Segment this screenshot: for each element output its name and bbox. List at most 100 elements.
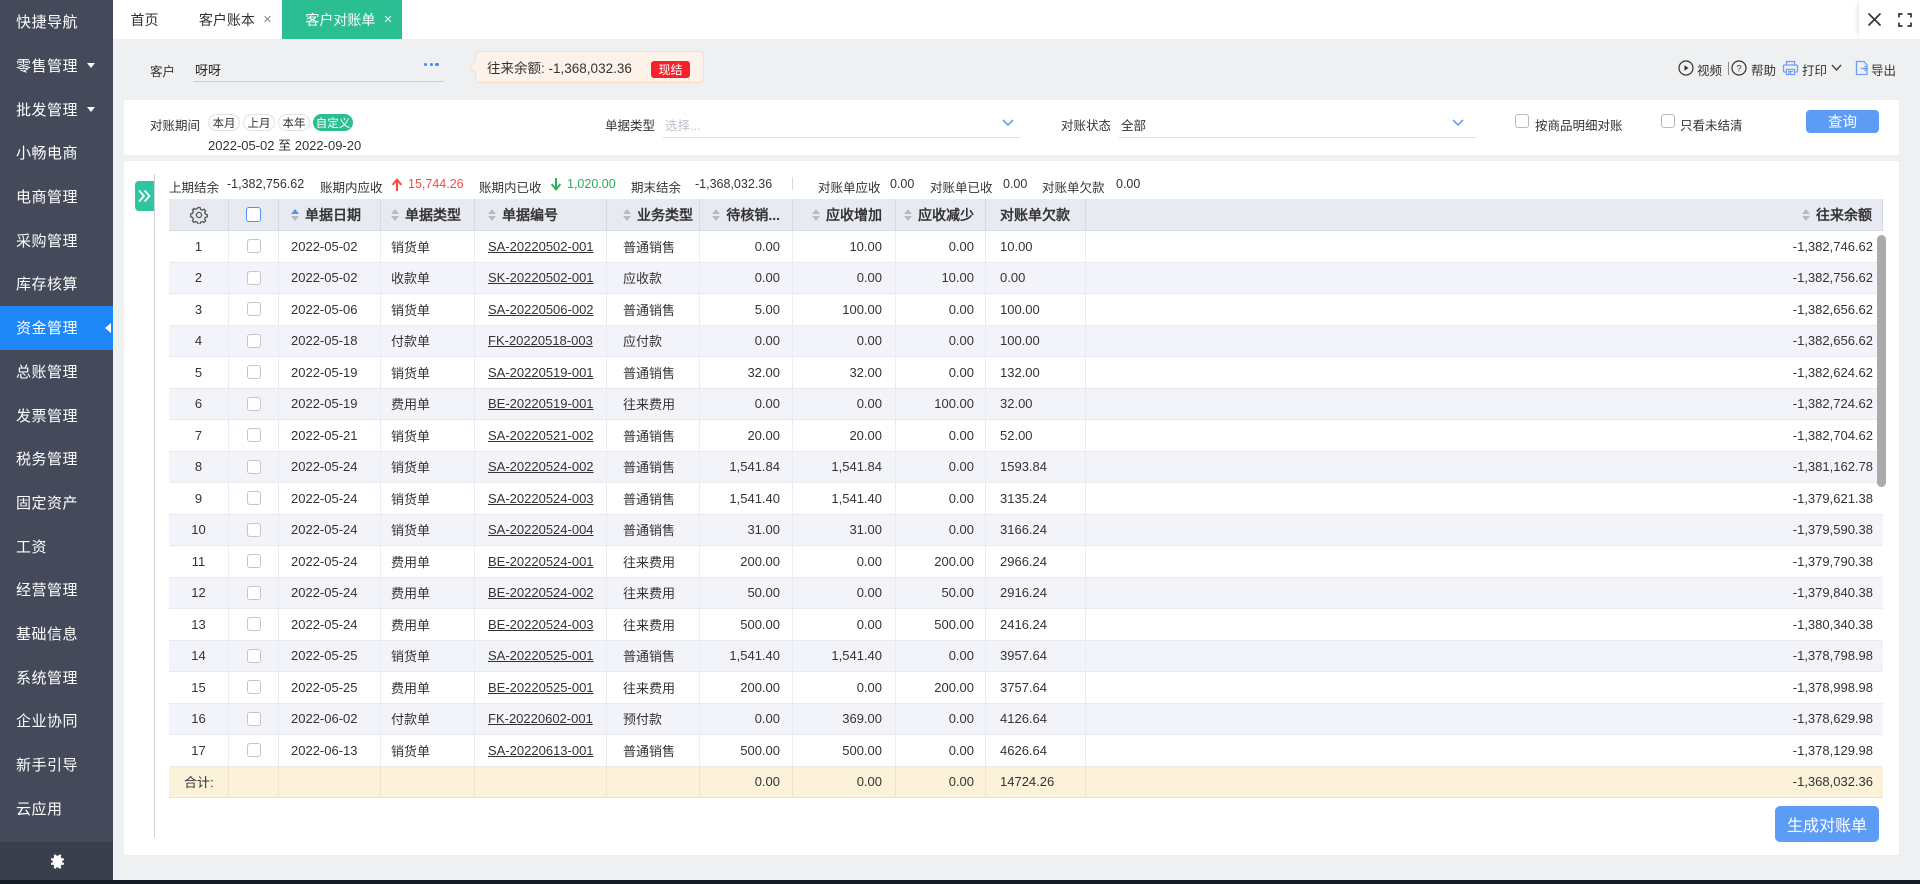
sidebar-item-库存核算[interactable]: 库存核算 [0, 262, 113, 306]
sidebar-item-工资[interactable]: 工资 [0, 524, 113, 568]
sort-icon[interactable] [904, 208, 912, 221]
doc-link[interactable]: BE-20220524-003 [488, 617, 594, 632]
column-header-increase[interactable]: 应收增加 [793, 199, 896, 231]
sidebar-item-税务管理[interactable]: 税务管理 [0, 437, 113, 481]
sidebar-item-总账管理[interactable]: 总账管理 [0, 350, 113, 394]
row-checkbox[interactable] [246, 239, 261, 254]
expand-button[interactable] [134, 181, 154, 211]
tab-客户对账单[interactable]: 客户对账单 ✕ [282, 0, 402, 39]
customer-more-button[interactable] [424, 63, 442, 67]
generate-statement-button[interactable]: 生成对账单 [1775, 806, 1879, 842]
doc-link[interactable]: FK-20220602-001 [488, 711, 593, 726]
period-pill-自定义[interactable]: 自定义 [313, 114, 353, 131]
column-header-doc-no[interactable]: 单据编号 [475, 199, 607, 231]
sidebar-item-固定资产[interactable]: 固定资产 [0, 481, 113, 525]
sidebar-item-小畅电商[interactable]: 小畅电商 [0, 131, 113, 175]
vertical-scrollbar[interactable] [1877, 235, 1886, 487]
row-checkbox[interactable] [246, 396, 261, 411]
row-checkbox[interactable] [246, 459, 261, 474]
column-header-doc-type[interactable]: 单据类型 [381, 199, 475, 231]
period-pill-本月[interactable]: 本月 [208, 114, 240, 131]
doc-link[interactable]: SA-20220521-002 [488, 428, 594, 443]
sidebar-item-资金管理[interactable]: 资金管理 [0, 305, 113, 350]
print-dropdown-icon[interactable] [1831, 64, 1842, 72]
sidebar-item-采购管理[interactable]: 采购管理 [0, 218, 113, 262]
row-checkbox[interactable] [246, 585, 261, 600]
column-header-pending[interactable]: 待核销... [700, 199, 793, 231]
help-button[interactable]: 帮助 [1751, 60, 1776, 79]
video-button[interactable]: 视频 [1697, 60, 1722, 79]
chevron-down-icon[interactable] [1452, 119, 1464, 130]
sort-icon[interactable] [1802, 208, 1810, 221]
row-checkbox[interactable] [246, 648, 261, 663]
header-select-all[interactable] [229, 199, 279, 231]
help-icon[interactable]: ? [1731, 60, 1747, 76]
doc-link[interactable]: FK-20220518-003 [488, 333, 593, 348]
row-checkbox[interactable] [246, 491, 261, 506]
tab-close-icon[interactable]: ✕ [263, 13, 272, 26]
tab-close-icon[interactable]: ✕ [383, 13, 392, 26]
doc-link[interactable]: SA-20220525-001 [488, 648, 594, 663]
row-checkbox[interactable] [246, 554, 261, 569]
video-icon[interactable] [1678, 60, 1694, 76]
detail-checkbox[interactable] [1515, 114, 1529, 128]
row-checkbox[interactable] [246, 711, 261, 726]
gear-icon[interactable] [189, 206, 208, 224]
sidebar-item-云应用[interactable]: 云应用 [0, 786, 113, 830]
column-header-doc-date[interactable]: 单据日期 [279, 199, 381, 231]
query-button[interactable]: 查询 [1806, 110, 1879, 133]
tab-客户账本[interactable]: 客户账本 ✕ [180, 0, 282, 39]
doc-link[interactable]: SA-20220502-001 [488, 239, 594, 254]
doc-link[interactable]: BE-20220524-001 [488, 554, 594, 569]
sort-icon[interactable] [291, 208, 299, 221]
doc-link[interactable]: BE-20220519-001 [488, 396, 594, 411]
sort-icon[interactable] [712, 208, 721, 221]
sidebar-item-基础信息[interactable]: 基础信息 [0, 612, 113, 656]
export-icon[interactable] [1854, 60, 1870, 76]
column-header-biz-type[interactable]: 业务类型 [607, 199, 700, 231]
print-button[interactable]: 打印 [1802, 60, 1827, 79]
column-settings[interactable] [169, 199, 229, 231]
chevron-down-icon[interactable] [1002, 119, 1014, 130]
sidebar-item-企业协同[interactable]: 企业协同 [0, 699, 113, 743]
doc-link[interactable]: SA-20220613-001 [488, 743, 594, 758]
period-pill-上月[interactable]: 上月 [243, 114, 275, 131]
sidebar-item-快捷导航[interactable]: 快捷导航 [0, 0, 113, 44]
doc-link[interactable]: SA-20220506-002 [488, 302, 594, 317]
date-range[interactable]: 2022-05-02 至 2022-09-20 [208, 135, 361, 154]
sidebar-item-经营管理[interactable]: 经营管理 [0, 568, 113, 612]
status-select[interactable]: 全部 [1121, 115, 1146, 134]
tab-首页[interactable]: 首页 [113, 0, 176, 39]
row-checkbox[interactable] [246, 270, 261, 285]
window-fullscreen-button[interactable] [1890, 0, 1920, 39]
print-icon[interactable] [1782, 60, 1799, 76]
doc-link[interactable]: SK-20220502-001 [488, 270, 594, 285]
sidebar-item-发票管理[interactable]: 发票管理 [0, 393, 113, 437]
window-close-button[interactable] [1859, 0, 1890, 39]
column-header-spacer[interactable] [1086, 199, 1790, 231]
sort-icon[interactable] [488, 208, 496, 221]
doc-link[interactable]: SA-20220519-001 [488, 365, 594, 380]
sort-icon[interactable] [812, 208, 820, 221]
row-checkbox[interactable] [246, 743, 261, 758]
export-button[interactable]: 导出 [1871, 60, 1896, 79]
row-checkbox[interactable] [246, 302, 261, 317]
sidebar-item-系统管理[interactable]: 系统管理 [0, 655, 113, 699]
sidebar-item-新手引导[interactable]: 新手引导 [0, 743, 113, 787]
doc-link[interactable]: BE-20220525-001 [488, 680, 594, 695]
column-header-owed[interactable]: 对账单欠款 [986, 199, 1086, 231]
row-checkbox[interactable] [246, 522, 261, 537]
row-checkbox[interactable] [246, 680, 261, 695]
sidebar-item-零售管理[interactable]: 零售管理 [0, 44, 113, 88]
doc-type-select[interactable]: 选择... [665, 115, 700, 134]
sort-icon[interactable] [623, 208, 631, 221]
sort-icon[interactable] [391, 208, 399, 221]
doc-link[interactable]: SA-20220524-002 [488, 459, 594, 474]
sidebar-item-电商管理[interactable]: 电商管理 [0, 175, 113, 219]
row-checkbox[interactable] [246, 617, 261, 632]
row-checkbox[interactable] [246, 333, 261, 348]
sidebar-item-批发管理[interactable]: 批发管理 [0, 87, 113, 131]
row-checkbox[interactable] [246, 428, 261, 443]
doc-link[interactable]: BE-20220524-002 [488, 585, 594, 600]
doc-link[interactable]: SA-20220524-004 [488, 522, 594, 537]
